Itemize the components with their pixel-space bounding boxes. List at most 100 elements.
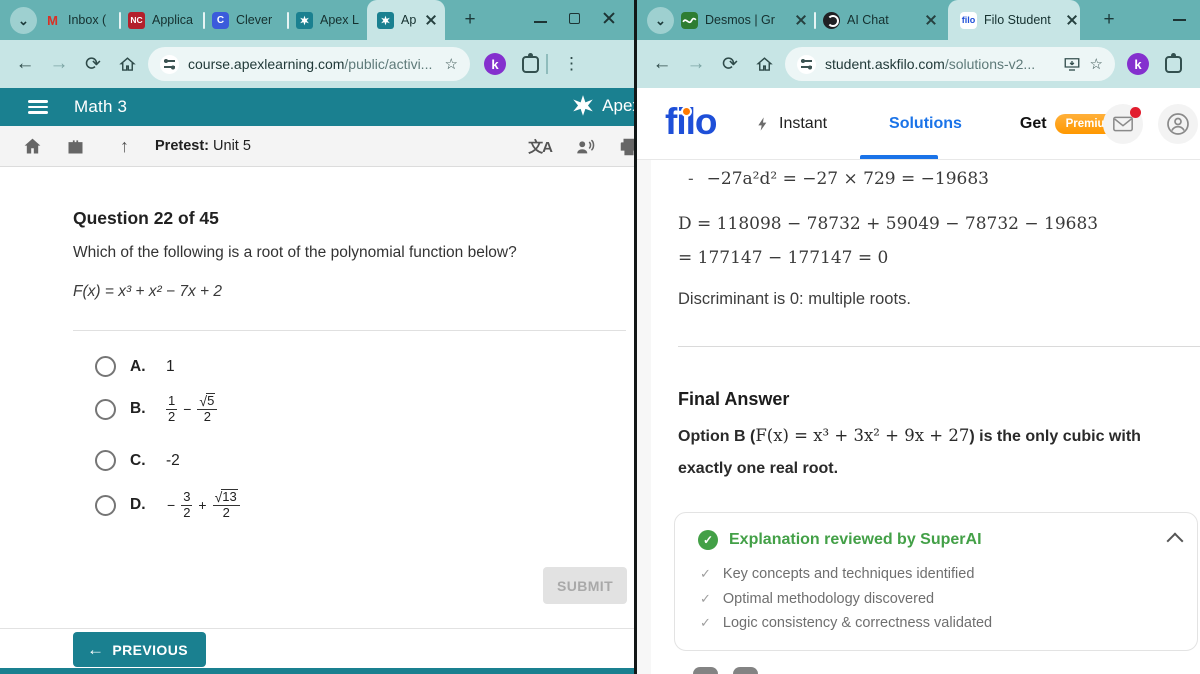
- apex-favicon: [296, 11, 313, 29]
- tab-search-button[interactable]: ⌄: [647, 7, 674, 34]
- read-aloud-icon[interactable]: [574, 136, 596, 158]
- right-browser-window: ⌄ Desmos | Gr AI Chat filo Filo Student …: [637, 0, 1200, 674]
- tab-nc-application[interactable]: NC Applica: [128, 0, 200, 40]
- back-button[interactable]: ←: [645, 47, 679, 81]
- subbar-tools: 文A: [528, 126, 634, 167]
- kami-extension-icon[interactable]: k: [484, 53, 506, 75]
- course-menu-icon[interactable]: [28, 100, 48, 114]
- home-button[interactable]: [747, 47, 781, 81]
- tab-separator: [287, 12, 289, 29]
- final-answer-text: Option B (F(x) = x³ + 3x² + 9x + 27) is …: [678, 426, 1141, 477]
- tab-apex[interactable]: Apex L: [296, 0, 362, 40]
- profile-icon: [1167, 113, 1189, 135]
- messages-button[interactable]: [1103, 104, 1143, 144]
- tab-clever[interactable]: C Clever: [212, 0, 282, 40]
- url-text: student.askfilo.com/solutions-v2...: [825, 56, 1036, 72]
- reload-icon: ⟳: [85, 53, 101, 75]
- close-window-icon[interactable]: [602, 11, 616, 25]
- new-tab-button[interactable]: +: [1097, 8, 1121, 32]
- maximize-icon[interactable]: [569, 12, 580, 24]
- translate-icon[interactable]: 文A: [528, 136, 553, 157]
- left-tab-strip: ⌄ M Inbox ( NC Applica C Clever Apex L A…: [0, 0, 634, 40]
- toolbar-divider: [546, 54, 548, 74]
- tab-separator: [119, 12, 121, 29]
- bookmark-star-icon[interactable]: ☆: [445, 55, 458, 73]
- previous-button[interactable]: ← PREVIOUS: [73, 632, 206, 667]
- radio-option-b[interactable]: [95, 398, 116, 420]
- review-item: ✓ Optimal methodology discovered: [700, 591, 935, 607]
- right-address-toolbar: ← → ⟳ student.askfilo.com/solutions-v2..…: [637, 40, 1200, 88]
- close-tab-icon[interactable]: [1064, 12, 1080, 28]
- tab-inbox[interactable]: M Inbox (: [44, 0, 116, 40]
- radio-option-a[interactable]: [95, 356, 116, 377]
- fraction: 12: [166, 392, 178, 424]
- profile-button[interactable]: [1158, 104, 1198, 144]
- extensions-icon[interactable]: [522, 52, 539, 73]
- filo-content: - −27a²d² = −27 × 729 = −19683 D = 118098…: [637, 160, 1200, 674]
- address-bar[interactable]: course.apexlearning.com/public/activi...…: [148, 47, 470, 81]
- nav-instant[interactable]: Instant: [779, 115, 827, 133]
- print-icon[interactable]: [618, 136, 634, 158]
- address-bar[interactable]: student.askfilo.com/solutions-v2... ☆: [785, 47, 1115, 81]
- forward-button[interactable]: →: [42, 47, 76, 81]
- left-arrow-icon: ←: [87, 639, 105, 659]
- tab-search-button[interactable]: ⌄: [10, 7, 37, 34]
- option-a[interactable]: A. 1: [95, 356, 175, 377]
- lightning-icon: [755, 114, 771, 134]
- reload-button[interactable]: ⟳: [713, 47, 747, 81]
- minimize-icon[interactable]: [534, 21, 547, 23]
- site-settings-icon[interactable]: [797, 54, 816, 74]
- radio-option-d[interactable]: [95, 494, 116, 516]
- tab-ai-chat[interactable]: AI Chat: [823, 0, 939, 40]
- option-d[interactable]: D. − 32 + √ 13 2: [95, 489, 240, 521]
- minimize-icon[interactable]: [1173, 19, 1186, 21]
- forward-button[interactable]: →: [679, 47, 713, 81]
- divider: [73, 330, 626, 331]
- up-arrow-icon[interactable]: ↑: [120, 136, 129, 157]
- review-item: ✓ Key concepts and techniques identified: [700, 566, 975, 582]
- superai-review-box: ✓ Explanation reviewed by SuperAI ✓ Key …: [674, 512, 1198, 651]
- install-app-icon[interactable]: [1063, 55, 1081, 73]
- collapse-chevron-icon[interactable]: [1168, 531, 1181, 544]
- check-icon: ✓: [700, 591, 711, 606]
- tab-label: Clever: [236, 13, 273, 27]
- window-controls: [534, 11, 616, 25]
- fraction-radical: √ 5 2: [197, 393, 218, 425]
- site-settings-icon[interactable]: [160, 54, 179, 74]
- home-button[interactable]: [110, 47, 144, 81]
- chevron-down-icon: ⌄: [18, 13, 29, 28]
- kami-extension-icon[interactable]: k: [1127, 53, 1149, 75]
- close-tab-icon[interactable]: [923, 12, 939, 28]
- apex-logo-icon: [570, 93, 596, 119]
- apex-favicon: [377, 11, 394, 29]
- url-text: course.apexlearning.com/public/activi...: [188, 56, 433, 72]
- avatar: [733, 667, 758, 674]
- nav-solutions[interactable]: Solutions: [889, 115, 962, 133]
- solution-card: - −27a²d² = −27 × 729 = −19683 D = 118098…: [651, 160, 1200, 674]
- reload-button[interactable]: ⟳: [76, 47, 110, 81]
- chrome-menu-button[interactable]: ⋮: [555, 47, 589, 81]
- option-b[interactable]: B. 12 − √ 5 2: [95, 392, 218, 425]
- submit-button[interactable]: SUBMIT: [543, 567, 627, 604]
- back-button[interactable]: ←: [8, 47, 42, 81]
- apex-brand: Apex Lea: [570, 93, 634, 119]
- close-tab-icon[interactable]: [793, 12, 809, 28]
- close-tab-icon[interactable]: [423, 12, 439, 28]
- bullet: -: [688, 169, 694, 188]
- extensions-icon[interactable]: [1165, 52, 1182, 73]
- option-c[interactable]: C. -2: [95, 450, 180, 471]
- nav-get[interactable]: Get: [1020, 115, 1047, 133]
- tab-apex-active[interactable]: Ap: [367, 0, 445, 40]
- more-icon: ⋮: [563, 54, 580, 73]
- avatar: [693, 667, 718, 674]
- new-tab-button[interactable]: +: [458, 8, 482, 32]
- home-course-icon[interactable]: [22, 136, 43, 157]
- tab-label: Ap: [401, 13, 417, 27]
- briefcase-icon[interactable]: [65, 136, 86, 157]
- tab-filo-active[interactable]: filo Filo Student: [948, 0, 1080, 40]
- bookmark-star-icon[interactable]: ☆: [1090, 55, 1103, 73]
- check-icon: ✓: [700, 615, 711, 630]
- solution-step: = 177147 − 177147 = 0: [678, 248, 889, 268]
- tab-desmos[interactable]: Desmos | Gr: [681, 0, 809, 40]
- radio-option-c[interactable]: [95, 450, 116, 471]
